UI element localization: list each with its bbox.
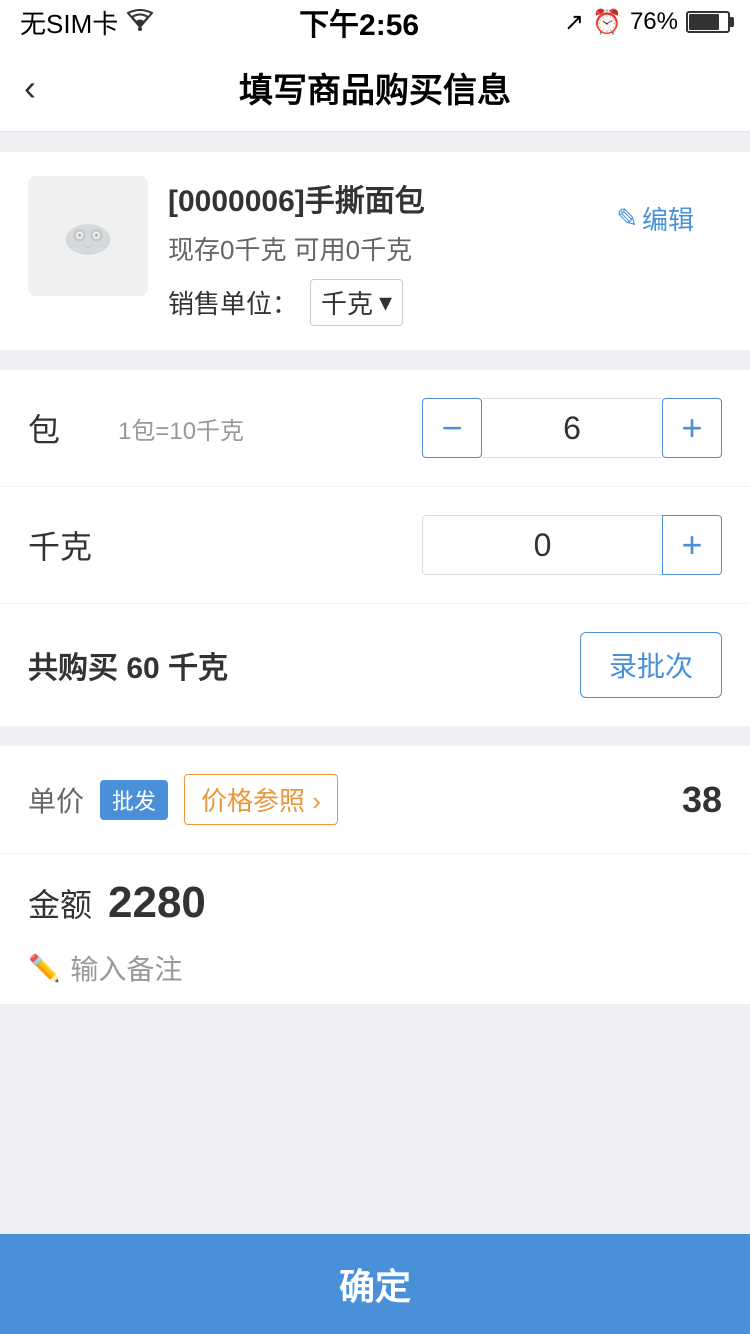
total-row: 共购买 60 千克 录批次 xyxy=(0,604,750,726)
wifi-icon xyxy=(126,7,154,38)
unit-select[interactable]: 千克 ▾ xyxy=(310,279,403,326)
battery-icon xyxy=(686,11,730,33)
edit-button[interactable]: ✎ 编辑 xyxy=(616,200,694,237)
price-value: 38 xyxy=(682,779,722,821)
empty-area xyxy=(0,1004,750,1234)
total-unit-label: 千克 xyxy=(168,652,228,685)
unit-increment-button[interactable]: + xyxy=(662,515,722,575)
carrier-label: 无SIM卡 xyxy=(20,4,118,41)
confirm-button[interactable]: 确定 xyxy=(0,1234,750,1334)
status-right: ↗ ⏰ 76% xyxy=(564,8,730,37)
unit-value: 千克 xyxy=(321,284,373,321)
price-badge: 批发 xyxy=(100,780,168,820)
pencil-icon: ✏️ xyxy=(28,953,60,984)
page-title: 填写商品购买信息 xyxy=(239,63,511,112)
batch-button[interactable]: 录批次 xyxy=(580,632,722,698)
pack-increment-button[interactable]: + xyxy=(662,398,722,458)
pack-quantity-input[interactable] xyxy=(482,398,662,458)
product-image xyxy=(28,176,148,296)
pack-decrement-button[interactable]: − xyxy=(422,398,482,458)
unit-label: 销售单位： xyxy=(168,284,298,321)
status-time: 下午2:56 xyxy=(299,0,419,44)
note-placeholder: 输入备注 xyxy=(70,948,182,988)
product-details: [0000006]手撕面包 现存0千克 可用0千克 销售单位： 千克 ▾ xyxy=(168,176,722,326)
pack-sublabel: 1包=10千克 xyxy=(118,411,422,446)
divider-price xyxy=(0,726,750,746)
amount-value: 2280 xyxy=(108,878,206,928)
confirm-label: 确定 xyxy=(339,1258,411,1310)
battery-percent: 76% xyxy=(630,8,678,36)
unit-quantity-control: + xyxy=(422,515,722,575)
amount-section: 金额 2280 ✏️ 输入备注 xyxy=(0,853,750,1004)
amount-label: 金额 xyxy=(28,880,92,926)
total-text: 共购买 60 千克 xyxy=(28,643,580,687)
price-row: 单价 批发 价格参照 › 38 xyxy=(28,774,722,825)
unit-quantity-input[interactable] xyxy=(422,515,662,575)
back-button[interactable]: ‹ xyxy=(24,67,36,109)
pack-row: 包 1包=10千克 − + xyxy=(0,370,750,487)
edit-icon: ✎ xyxy=(616,203,638,234)
price-label: 单价 xyxy=(28,780,84,820)
divider-mid xyxy=(0,350,750,370)
amount-row: 金额 2280 xyxy=(28,878,722,928)
total-amount: 60 xyxy=(126,652,159,685)
pack-quantity-control: − + xyxy=(422,398,722,458)
status-bar: 无SIM卡 下午2:56 ↗ ⏰ 76% xyxy=(0,0,750,44)
pack-label: 包 xyxy=(28,405,108,451)
alarm-icon: ⏰ xyxy=(592,8,622,37)
status-left: 无SIM卡 xyxy=(20,4,154,41)
price-ref-button[interactable]: 价格参照 › xyxy=(184,774,338,825)
unit-dropdown-icon: ▾ xyxy=(379,287,392,318)
divider-top xyxy=(0,132,750,152)
unit-label-kg: 千克 xyxy=(28,522,108,568)
total-label: 共购买 xyxy=(28,652,118,685)
product-unit-row: 销售单位： 千克 ▾ xyxy=(168,279,722,326)
location-icon: ↗ xyxy=(564,8,584,37)
product-info: [0000006]手撕面包 现存0千克 可用0千克 销售单位： 千克 ▾ ✎ 编… xyxy=(168,176,722,326)
product-card: [0000006]手撕面包 现存0千克 可用0千克 销售单位： 千克 ▾ ✎ 编… xyxy=(0,152,750,350)
price-section: 单价 批发 价格参照 › 38 xyxy=(0,746,750,853)
edit-label: 编辑 xyxy=(642,200,694,237)
nav-bar: ‹ 填写商品购买信息 xyxy=(0,44,750,132)
unit-row: 千克 + xyxy=(0,487,750,604)
form-section: 包 1包=10千克 − + 千克 + xyxy=(0,370,750,604)
note-row[interactable]: ✏️ 输入备注 xyxy=(28,948,722,988)
